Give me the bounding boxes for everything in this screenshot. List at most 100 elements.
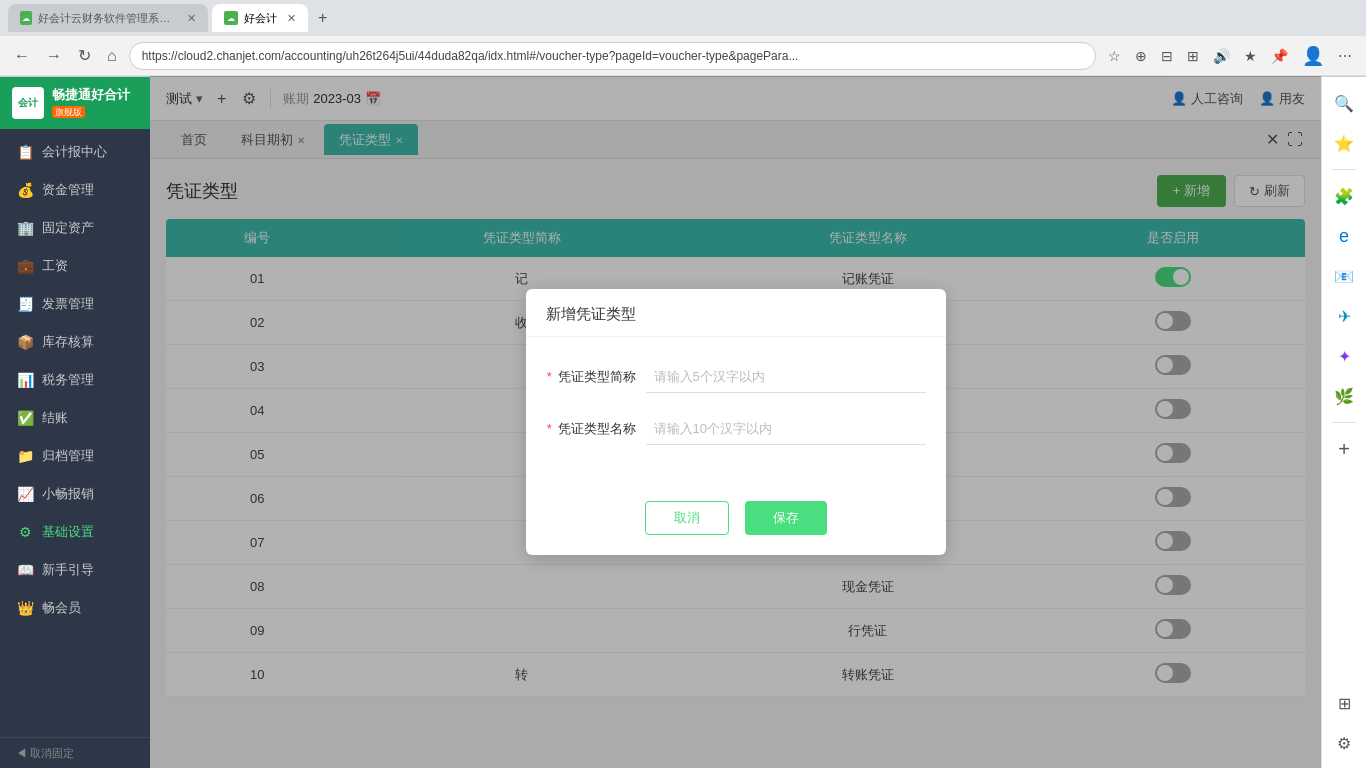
tab-close-1[interactable]: ✕ [187,12,196,25]
cancel-pin-icon: ◀ [16,747,27,759]
capital-icon: 💰 [16,181,34,199]
sidebar-label-dashboard: 会计报中心 [42,143,107,161]
form-row-short: * 凭证类型简称 [546,361,926,393]
tab-close-2[interactable]: ✕ [287,12,296,25]
right-sidebar-star-icon[interactable]: ⭐ [1326,125,1362,161]
browser-chrome: ☁ 好会计云财务软件管理系统_会计 ✕ ☁ 好会计 ✕ + ← → ↻ ⌂ ☆ … [0,0,1366,77]
form-label-name: * 凭证类型名称 [546,420,646,438]
right-sidebar-feather-icon[interactable]: ✈ [1326,298,1362,334]
sidebar-item-settings[interactable]: ⚙ 基础设置 [0,513,150,551]
sidebar-label-fixed-assets: 固定资产 [42,219,94,237]
forward-button[interactable]: → [42,43,66,69]
browser-nav-actions: ☆ ⊕ ⊟ ⊞ 🔊 ★ 📌 👤 ⋯ [1104,41,1356,71]
archive-icon: 📁 [16,447,34,465]
right-sidebar-grid-icon[interactable]: ⊞ [1326,685,1362,721]
guide-icon: 📖 [16,561,34,579]
sidebar-label-tax: 税务管理 [42,371,94,389]
right-sidebar-leaf-icon[interactable]: 🌿 [1326,378,1362,414]
sidebar-item-report[interactable]: 📈 小畅报销 [0,475,150,513]
field-name-label-text: 凭证类型名称 [558,421,636,436]
settlement-icon: ✅ [16,409,34,427]
new-tab-button[interactable]: + [312,7,333,29]
save-button[interactable]: 保存 [745,501,827,535]
right-sidebar-divider-1 [1332,169,1356,170]
sidebar-item-guide[interactable]: 📖 新手引导 [0,551,150,589]
modal-overlay: 新增凭证类型 * 凭证类型简称 * 凭证类型名称 取消 保存 [150,76,1321,768]
fixed-assets-icon: 🏢 [16,219,34,237]
right-sidebar-plus-icon[interactable]: + [1326,431,1362,467]
zoom-button[interactable]: ⊞ [1183,41,1203,71]
sidebar-item-capital[interactable]: 💰 资金管理 [0,171,150,209]
read-aloud-button[interactable]: 🔊 [1209,41,1234,71]
dashboard-icon: 📋 [16,143,34,161]
sidebar-label-settlement: 结账 [42,409,68,427]
right-sidebar-puzzle-icon[interactable]: 🧩 [1326,178,1362,214]
sidebar-label-report: 小畅报销 [42,485,94,503]
sidebar-item-inventory[interactable]: 📦 库存核算 [0,323,150,361]
required-star-name: * [547,421,552,436]
sidebar-item-settlement[interactable]: ✅ 结账 [0,399,150,437]
sidebar-item-salary[interactable]: 💼 工资 [0,247,150,285]
sidebar-label-capital: 资金管理 [42,181,94,199]
cancel-button[interactable]: 取消 [645,501,729,535]
tab-favicon-2: ☁ [224,11,238,25]
sidebar-item-invoice[interactable]: 🧾 发票管理 [0,285,150,323]
back-button[interactable]: ← [10,43,34,69]
right-sidebar-divider-2 [1332,422,1356,423]
sidebar-label-settings: 基础设置 [42,523,94,541]
right-sidebar: 🔍 ⭐ 🧩 e 📧 ✈ ✦ 🌿 + ⊞ ⚙ [1321,77,1366,768]
right-sidebar-settings-icon[interactable]: ⚙ [1326,725,1362,761]
address-bar[interactable] [129,42,1096,70]
favorites-button[interactable]: ☆ [1104,41,1125,71]
sidebar-cancel-pin[interactable]: ◀ 取消固定 [0,737,150,768]
tab-favicon-1: ☁ [20,11,32,25]
form-row-name: * 凭证类型名称 [546,413,926,445]
right-sidebar-edge-icon[interactable]: e [1326,218,1362,254]
split-view-button[interactable]: ⊟ [1157,41,1177,71]
modal-title: 新增凭证类型 [546,305,636,322]
salary-icon: 💼 [16,257,34,275]
extensions-button[interactable]: ⊕ [1131,41,1151,71]
reload-button[interactable]: ↻ [74,42,95,69]
sidebar-label-invoice: 发票管理 [42,295,94,313]
profile-button[interactable]: 👤 [1298,41,1328,71]
home-button[interactable]: ⌂ [103,43,121,69]
field-short-input[interactable] [646,361,926,393]
field-name-input[interactable] [646,413,926,445]
tax-icon: 📊 [16,371,34,389]
tab-bar: ☁ 好会计云财务软件管理系统_会计 ✕ ☁ 好会计 ✕ + [0,0,1366,36]
invoice-icon: 🧾 [16,295,34,313]
report-icon: 📈 [16,485,34,503]
logo-text-area: 畅捷通好合计 旗舰版 [52,87,130,119]
sidebar-nav: 📋 会计报中心 💰 资金管理 🏢 固定资产 💼 工资 🧾 发票管理 📦 [0,129,150,737]
member-icon: 👑 [16,599,34,617]
sidebar-label-member: 畅会员 [42,599,81,617]
form-label-short: * 凭证类型简称 [546,368,646,386]
right-sidebar-outlook-icon[interactable]: 📧 [1326,258,1362,294]
sidebar-item-dashboard[interactable]: 📋 会计报中心 [0,133,150,171]
logo-badge: 旗舰版 [52,106,85,118]
collections-button[interactable]: 📌 [1267,41,1292,71]
browser-tab-1[interactable]: ☁ 好会计云财务软件管理系统_会计 ✕ [8,4,208,32]
sidebar-logo: 会计 畅捷通好合计 旗舰版 [0,77,150,129]
sidebar-item-member[interactable]: 👑 畅会员 [0,589,150,627]
sidebar-item-fixed-assets[interactable]: 🏢 固定资产 [0,209,150,247]
required-star-short: * [547,369,552,384]
right-sidebar-copilot-icon[interactable]: ✦ [1326,338,1362,374]
browser-nav: ← → ↻ ⌂ ☆ ⊕ ⊟ ⊞ 🔊 ★ 📌 👤 ⋯ [0,36,1366,76]
more-button[interactable]: ⋯ [1334,41,1356,71]
logo-text: 畅捷通好合计 [52,87,130,103]
favorites-star-button[interactable]: ★ [1240,41,1261,71]
sidebar-label-inventory: 库存核算 [42,333,94,351]
field-short-label-text: 凭证类型简称 [558,369,636,384]
sidebar-item-archive[interactable]: 📁 归档管理 [0,437,150,475]
right-sidebar-search-icon[interactable]: 🔍 [1326,85,1362,121]
tab-label-1: 好会计云财务软件管理系统_会计 [38,11,177,26]
logo-icon: 会计 [12,87,44,119]
cancel-pin-label: 取消固定 [30,747,74,759]
settings-icon: ⚙ [16,523,34,541]
add-voucher-type-modal: 新增凭证类型 * 凭证类型简称 * 凭证类型名称 取消 保存 [526,289,946,555]
browser-tab-2[interactable]: ☁ 好会计 ✕ [212,4,308,32]
sidebar-item-tax[interactable]: 📊 税务管理 [0,361,150,399]
tab-label-2: 好会计 [244,11,277,26]
